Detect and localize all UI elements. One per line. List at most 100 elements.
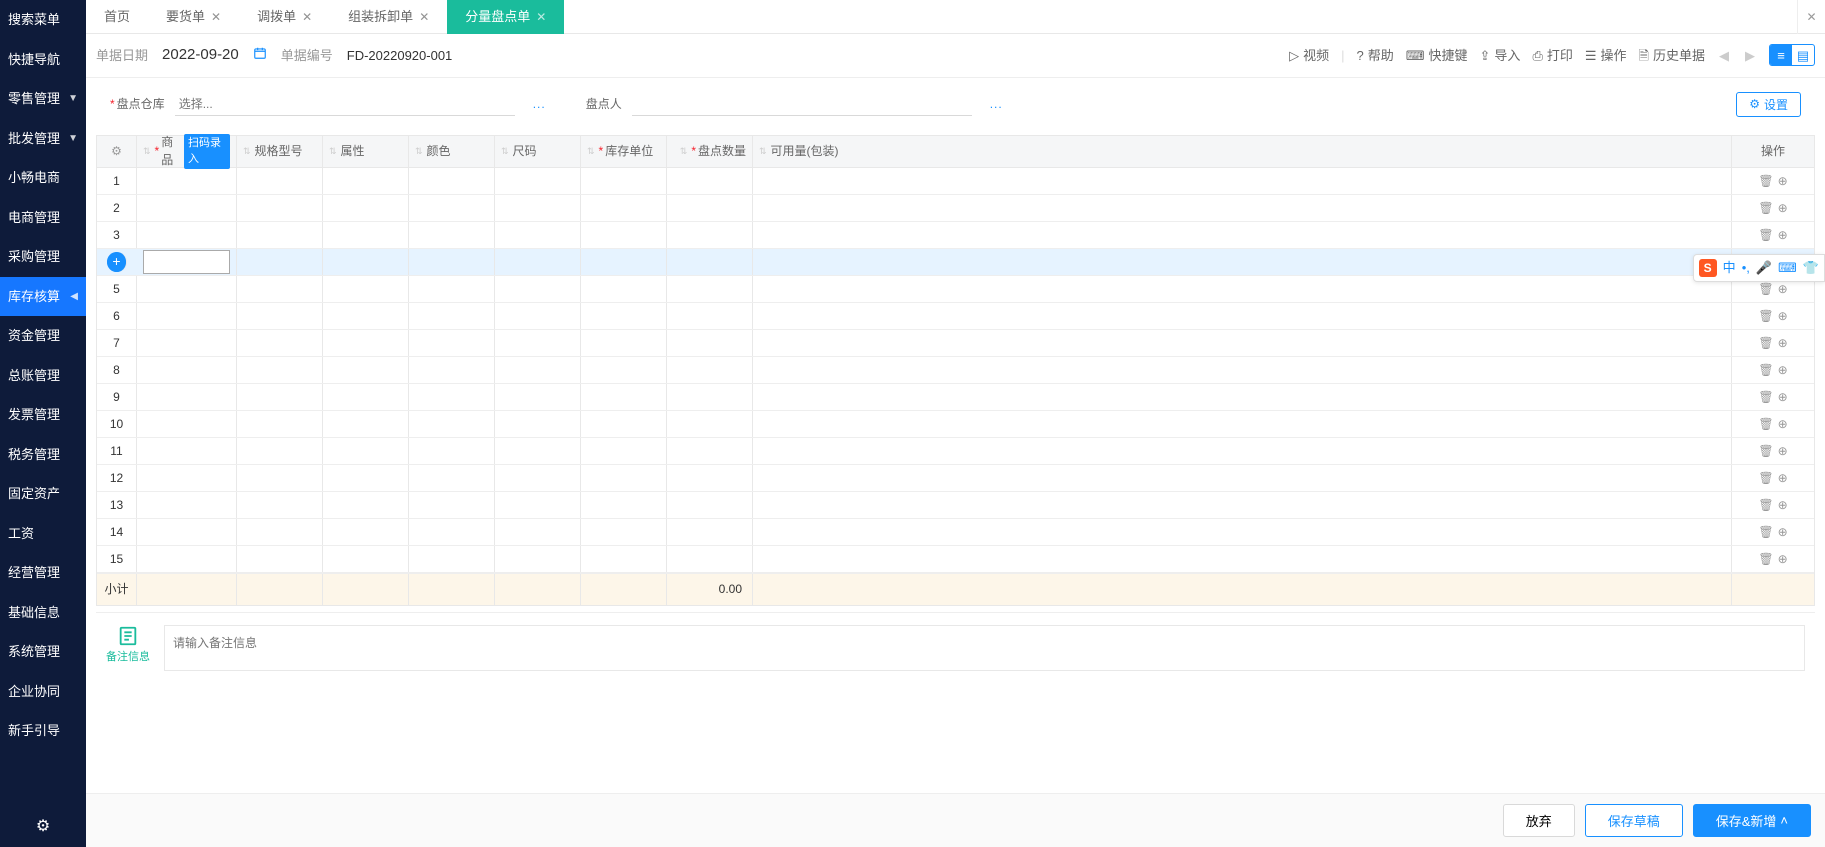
video-link[interactable]: ▷ 视频 (1289, 46, 1329, 66)
delete-row-icon[interactable]: 🗑 (1758, 523, 1773, 541)
col-color[interactable]: ⇅颜色 (409, 136, 495, 167)
delete-row-icon[interactable]: 🗑 (1758, 361, 1773, 379)
copy-row-icon[interactable]: ⊕ (1778, 550, 1788, 568)
col-attr[interactable]: ⇅属性 (323, 136, 409, 167)
memo-input[interactable] (164, 625, 1805, 671)
scan-badge[interactable]: 扫码录入 (184, 134, 230, 169)
sidebar-item-13[interactable]: 工资 (0, 514, 86, 554)
table-row[interactable]: 5🗑⊕ (97, 276, 1814, 303)
copy-row-icon[interactable]: ⊕ (1778, 442, 1788, 460)
next-doc-icon[interactable]: ▶ (1743, 46, 1757, 66)
delete-row-icon[interactable]: 🗑 (1758, 496, 1773, 514)
col-product[interactable]: ⇅*商品扫码录入 (137, 136, 237, 167)
warehouse-input[interactable] (175, 93, 515, 116)
copy-row-icon[interactable]: ⊕ (1778, 226, 1788, 244)
close-icon[interactable]: ✕ (536, 8, 546, 26)
prev-doc-icon[interactable]: ◀ (1717, 46, 1731, 66)
close-all-tabs[interactable]: ✕ (1797, 0, 1825, 34)
table-row[interactable]: 14🗑⊕ (97, 519, 1814, 546)
save-draft-button[interactable]: 保存草稿 (1585, 804, 1683, 837)
import-link[interactable]: ⇪ 导入 (1480, 46, 1521, 66)
tab-4[interactable]: 分量盘点单✕ (447, 0, 564, 34)
ime-keyboard-icon[interactable]: ⌨ (1778, 258, 1797, 278)
sidebar-item-4[interactable]: 小畅电商 (0, 158, 86, 198)
delete-row-icon[interactable]: 🗑 (1758, 226, 1773, 244)
col-qty[interactable]: ⇅*盘点数量 (667, 136, 753, 167)
sidebar-item-14[interactable]: 经营管理 (0, 553, 86, 593)
view-card-icon[interactable]: ▤ (1792, 45, 1814, 65)
help-link[interactable]: ? 帮助 (1356, 46, 1393, 66)
copy-row-icon[interactable]: ⊕ (1778, 172, 1788, 190)
col-spec[interactable]: ⇅规格型号 (237, 136, 323, 167)
col-unit[interactable]: ⇅*库存单位 (581, 136, 667, 167)
col-config[interactable]: ⚙ (97, 136, 137, 167)
delete-row-icon[interactable]: 🗑 (1758, 334, 1773, 352)
delete-row-icon[interactable]: 🗑 (1758, 199, 1773, 217)
warehouse-more-icon[interactable]: ... (533, 95, 546, 113)
col-size[interactable]: ⇅尺码 (495, 136, 581, 167)
delete-row-icon[interactable]: 🗑 (1758, 550, 1773, 568)
copy-row-icon[interactable]: ⊕ (1778, 334, 1788, 352)
copy-row-icon[interactable]: ⊕ (1778, 199, 1788, 217)
table-row[interactable]: 9🗑⊕ (97, 384, 1814, 411)
table-row[interactable]: 6🗑⊕ (97, 303, 1814, 330)
sidebar-item-12[interactable]: 固定资产 (0, 474, 86, 514)
sidebar-item-6[interactable]: 采购管理 (0, 237, 86, 277)
sidebar-item-10[interactable]: 发票管理 (0, 395, 86, 435)
close-icon[interactable]: ✕ (302, 8, 312, 26)
copy-row-icon[interactable]: ⊕ (1778, 496, 1788, 514)
save-new-button[interactable]: 保存&新增 ˄ (1693, 804, 1811, 837)
delete-row-icon[interactable]: 🗑 (1758, 280, 1773, 298)
table-row[interactable]: 13🗑⊕ (97, 492, 1814, 519)
delete-row-icon[interactable]: 🗑 (1758, 388, 1773, 406)
delete-row-icon[interactable]: 🗑 (1758, 307, 1773, 325)
counter-more-icon[interactable]: ... (990, 95, 1003, 113)
table-row[interactable]: 12🗑⊕ (97, 465, 1814, 492)
sidebar-item-18[interactable]: 新手引导 (0, 711, 86, 751)
sidebar-settings-icon[interactable]: ⚙ (0, 807, 86, 847)
col-avail[interactable]: ⇅可用量(包装) (753, 136, 1732, 167)
sidebar-item-5[interactable]: 电商管理 (0, 198, 86, 238)
copy-row-icon[interactable]: ⊕ (1778, 523, 1788, 541)
copy-row-icon[interactable]: ⊕ (1778, 388, 1788, 406)
calendar-icon[interactable] (253, 46, 267, 66)
delete-row-icon[interactable]: 🗑 (1758, 469, 1773, 487)
ime-toolbar[interactable]: S 中 •, 🎤 ⌨ 👕 (1693, 254, 1825, 282)
close-icon[interactable]: ✕ (419, 8, 429, 26)
table-row[interactable]: 3🗑⊕ (97, 222, 1814, 249)
date-value[interactable]: 2022-09-20 (162, 44, 239, 67)
table-row[interactable]: 10🗑⊕ (97, 411, 1814, 438)
ime-skin-icon[interactable]: 👕 (1803, 258, 1819, 278)
table-row[interactable]: 7🗑⊕ (97, 330, 1814, 357)
counter-input[interactable] (632, 93, 972, 116)
ime-mic-icon[interactable]: 🎤 (1756, 258, 1772, 278)
copy-row-icon[interactable]: ⊕ (1778, 361, 1788, 379)
sidebar-item-17[interactable]: 企业协同 (0, 672, 86, 712)
sidebar-item-3[interactable]: 批发管理▼ (0, 119, 86, 159)
tab-2[interactable]: 调拨单✕ (239, 0, 330, 34)
ime-lang[interactable]: 中 (1723, 258, 1736, 278)
sidebar-item-8[interactable]: 资金管理 (0, 316, 86, 356)
table-row[interactable]: 8🗑⊕ (97, 357, 1814, 384)
table-row[interactable]: 2🗑⊕ (97, 195, 1814, 222)
add-row-icon[interactable]: + (107, 252, 126, 272)
discard-button[interactable]: 放弃 (1503, 804, 1575, 837)
shortcut-link[interactable]: ⌨ 快捷键 (1406, 46, 1468, 66)
copy-row-icon[interactable]: ⊕ (1778, 280, 1788, 298)
copy-row-icon[interactable]: ⊕ (1778, 307, 1788, 325)
sidebar-item-16[interactable]: 系统管理 (0, 632, 86, 672)
settings-button[interactable]: ⚙设置 (1736, 92, 1801, 117)
sidebar-item-2[interactable]: 零售管理▼ (0, 79, 86, 119)
table-row[interactable]: 15🗑⊕ (97, 546, 1814, 573)
view-list-icon[interactable]: ≡ (1770, 45, 1792, 65)
operate-link[interactable]: ☰ 操作 (1585, 46, 1627, 66)
table-row[interactable]: 11🗑⊕ (97, 438, 1814, 465)
sidebar-item-0[interactable]: 搜索菜单 (0, 0, 86, 40)
ime-punct-icon[interactable]: •, (1742, 258, 1750, 278)
sidebar-item-1[interactable]: 快捷导航 (0, 40, 86, 80)
tab-0[interactable]: 首页 (86, 0, 148, 34)
tab-3[interactable]: 组装拆卸单✕ (330, 0, 447, 34)
close-icon[interactable]: ✕ (211, 8, 221, 26)
copy-row-icon[interactable]: ⊕ (1778, 469, 1788, 487)
delete-row-icon[interactable]: 🗑 (1758, 442, 1773, 460)
